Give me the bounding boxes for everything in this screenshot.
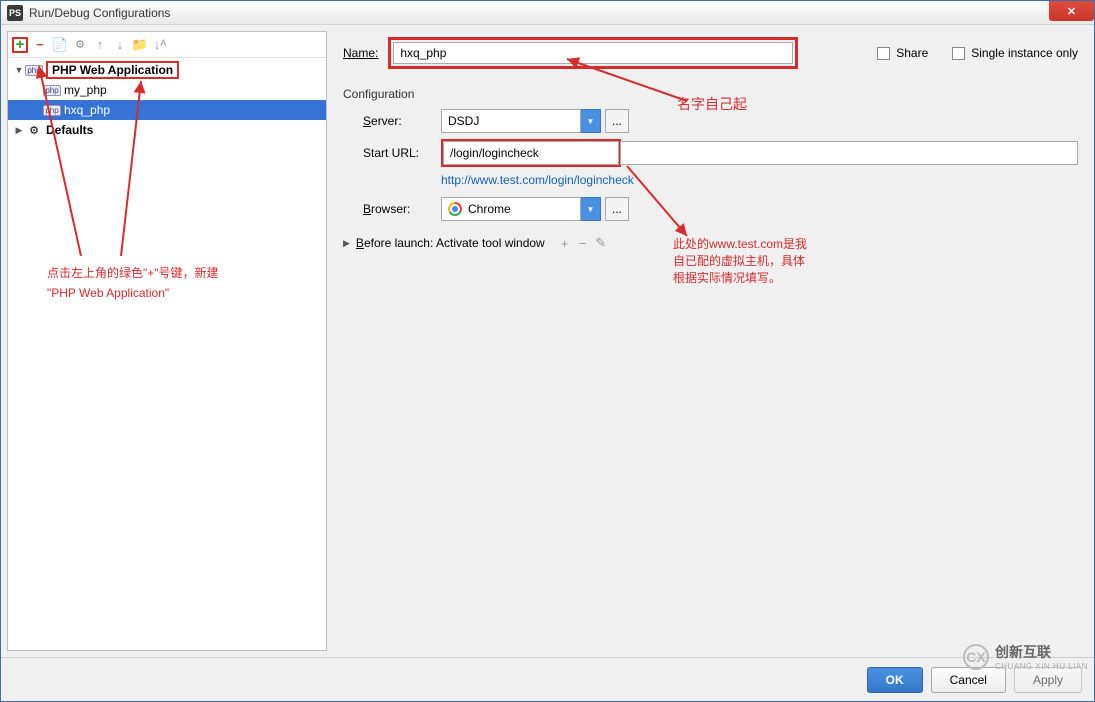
server-value: DSDJ (448, 114, 479, 128)
before-launch-label: Before launch: Activate tool window (356, 236, 545, 250)
config-tree: ▼ php PHP Web Application php my_php php… (8, 58, 326, 650)
add-config-icon[interactable]: + (12, 37, 28, 53)
tree-node-defaults[interactable]: ▶ ⚙ Defaults (8, 120, 326, 140)
dialog-footer: OK Cancel Apply (1, 657, 1094, 701)
tree-node-php-web-app[interactable]: ▼ php PHP Web Application (8, 60, 326, 80)
expand-icon[interactable]: ▼ (12, 65, 26, 75)
server-select[interactable]: DSDJ (441, 109, 581, 133)
start-url-label: Start URL: (363, 146, 441, 160)
tree-label: my_php (64, 83, 107, 97)
edit-config-icon[interactable] (72, 37, 88, 53)
tree-label: hxq_php (64, 103, 110, 117)
server-browse-button[interactable]: ... (605, 109, 629, 133)
window-title: Run/Debug Configurations (29, 6, 170, 20)
php-item-icon: php (44, 103, 60, 117)
browser-select[interactable]: Chrome (441, 197, 581, 221)
browser-value: Chrome (468, 202, 511, 216)
chrome-icon (448, 202, 462, 216)
name-label: Name: (343, 46, 378, 60)
annotation-plus: 点击左上角的绿色"+"号键，新建 "PHP Web Application" (47, 263, 219, 302)
expand-icon[interactable]: ▶ (343, 238, 350, 249)
name-input[interactable] (393, 42, 793, 64)
move-up-icon[interactable]: ↑ (92, 37, 108, 53)
tree-label: PHP Web Application (46, 61, 179, 79)
dropdown-icon[interactable]: ▼ (581, 109, 601, 133)
single-instance-label: Single instance only (971, 46, 1078, 60)
before-remove-icon[interactable]: − (575, 235, 591, 251)
checkbox-icon (952, 47, 965, 60)
share-checkbox[interactable]: Share (877, 46, 928, 60)
config-tree-panel: + − 📄 ↑ ↓ 📁 ↓ᴬ ▼ php PHP Web Application (7, 31, 327, 651)
tree-node-hxq-php[interactable]: php hxq_php (8, 100, 326, 120)
sort-icon[interactable]: ↓ᴬ (152, 37, 168, 53)
close-button[interactable]: ✕ (1049, 1, 1094, 21)
tree-label: Defaults (46, 123, 93, 137)
titlebar: PS Run/Debug Configurations ✕ (1, 1, 1094, 25)
folder-icon[interactable]: 📁 (132, 37, 148, 53)
start-url-input-ext[interactable] (620, 141, 1078, 165)
tree-toolbar: + − 📄 ↑ ↓ 📁 ↓ᴬ (8, 32, 326, 58)
remove-config-icon[interactable]: − (32, 37, 48, 53)
defaults-icon: ⚙ (26, 123, 42, 137)
resolved-url: http://www.test.com/login/logincheck (441, 173, 1078, 187)
browser-label: Browser: (363, 202, 441, 216)
dropdown-icon[interactable]: ▼ (581, 197, 601, 221)
php-item-icon: php (44, 83, 60, 97)
server-label: Server: (363, 114, 441, 128)
tree-node-my-php[interactable]: php my_php (8, 80, 326, 100)
dialog-window: PS Run/Debug Configurations ✕ + − 📄 ↑ ↓ … (0, 0, 1095, 702)
start-url-input[interactable] (443, 141, 619, 165)
php-type-icon: php (26, 63, 42, 77)
watermark: CX 创新互联 CHUANG XIN HU LIAN (963, 642, 1088, 671)
browser-browse-button[interactable]: ... (605, 197, 629, 221)
app-icon: PS (7, 5, 23, 21)
config-editor-panel: Name: Share Single instance only Configu… (327, 31, 1088, 651)
before-edit-icon[interactable]: ✎ (593, 235, 609, 251)
move-down-icon[interactable]: ↓ (112, 37, 128, 53)
before-add-icon[interactable]: + (557, 235, 573, 251)
copy-config-icon[interactable]: 📄 (52, 37, 68, 53)
annotation-host: 此处的www.test.com是我 自已配的虚拟主机，具体 根据实际情况填写。 (673, 236, 807, 286)
watermark-logo-icon: CX (963, 644, 989, 670)
annotation-name: 名字自己起 (677, 95, 747, 115)
expand-icon[interactable]: ▶ (12, 125, 26, 136)
ok-button[interactable]: OK (867, 667, 923, 693)
single-instance-checkbox[interactable]: Single instance only (952, 46, 1078, 60)
checkbox-icon (877, 47, 890, 60)
share-label: Share (896, 46, 928, 60)
